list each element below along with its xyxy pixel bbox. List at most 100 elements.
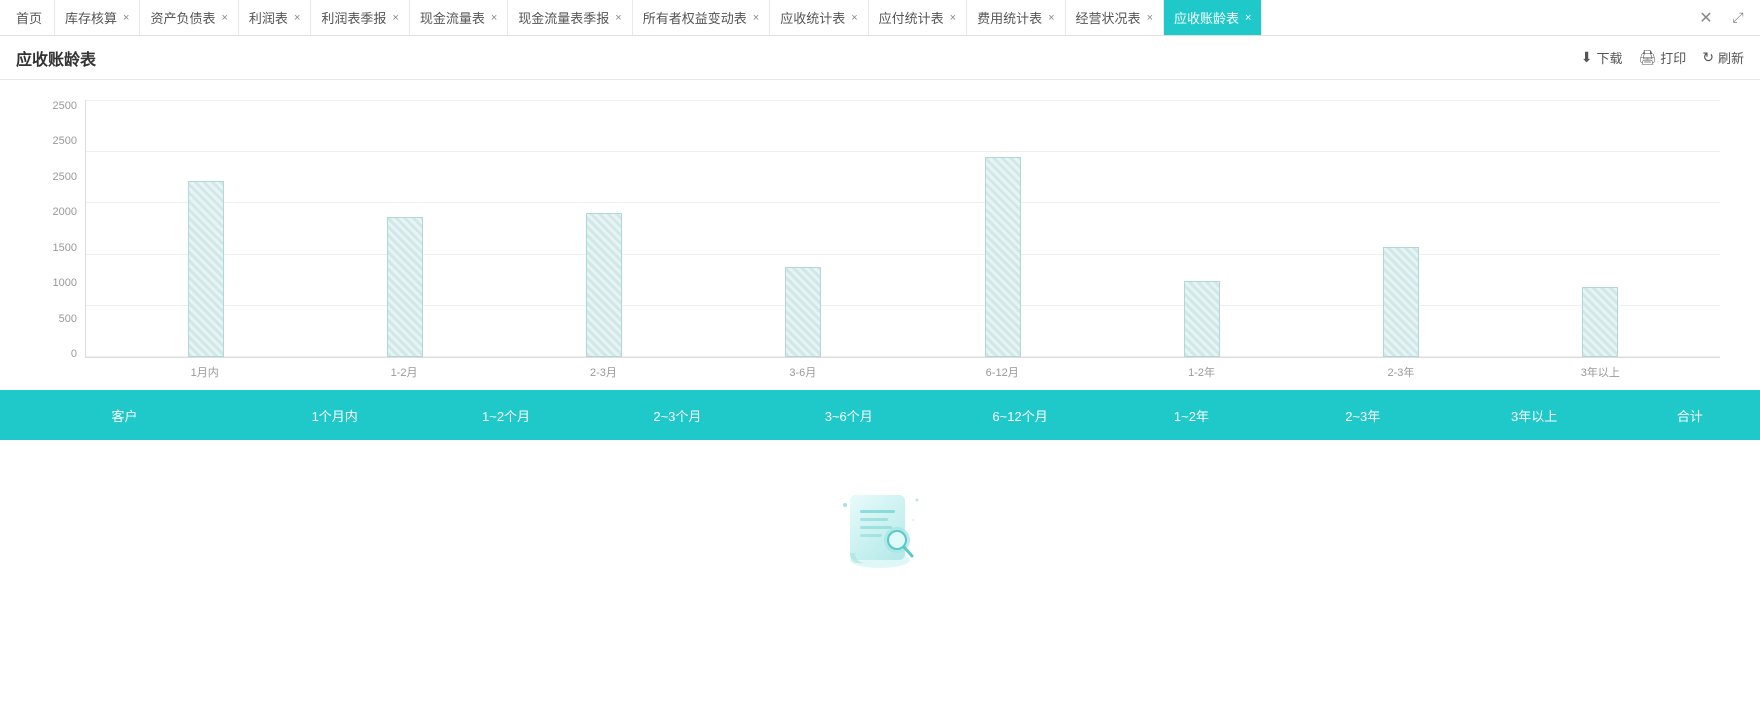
tab-inventory-close[interactable]: × <box>123 12 129 24</box>
x-label-3: 3-6月 <box>703 364 902 380</box>
tab-ar-aging[interactable]: 应收账龄表 × <box>1164 0 1262 36</box>
page-title: 应收账龄表 <box>16 46 96 70</box>
tab-expense-stats-close[interactable]: × <box>1048 12 1054 24</box>
print-icon: 🖨 <box>1638 49 1656 66</box>
download-label: 下载 <box>1596 48 1622 67</box>
table-col-6: 1~2年 <box>1106 406 1277 425</box>
chart-area: 0 500 1000 1500 2000 2500 2500 2500 <box>0 80 1760 390</box>
chart-body: 1月内1-2月2-3月3-6月6-12月1-2年2-3年3年以上 <box>85 100 1720 380</box>
bar-7 <box>1582 287 1618 357</box>
print-label: 打印 <box>1660 48 1686 67</box>
tab-cash-flow-quarterly-close[interactable]: × <box>615 12 621 24</box>
bar-group-4 <box>985 157 1021 357</box>
table-col-7: 2~3年 <box>1277 406 1448 425</box>
table-col-8: 3年以上 <box>1448 406 1619 425</box>
bar-group-7 <box>1582 287 1618 357</box>
bar-5 <box>1184 281 1220 357</box>
table-col-2: 1~2个月 <box>420 406 591 425</box>
x-label-6: 2-3年 <box>1301 364 1500 380</box>
tab-profit-quarterly-close[interactable]: × <box>392 12 398 24</box>
empty-document-icon <box>825 485 935 575</box>
tab-equity-changes[interactable]: 所有者权益变动表 × <box>633 0 770 36</box>
tab-cash-flow-quarterly-label: 现金流量表季报 <box>518 8 609 27</box>
window-actions: ✕ ⤢ <box>1692 4 1756 32</box>
tab-balance-sheet[interactable]: 资产负债表 × <box>140 0 238 36</box>
tab-balance-sheet-close[interactable]: × <box>221 12 227 24</box>
table-col-0: 客户 <box>0 406 249 425</box>
x-label-0: 1月内 <box>105 364 304 380</box>
y-label-500: 500 <box>40 313 77 325</box>
tab-profit-quarterly-label: 利润表季报 <box>321 8 386 27</box>
table-col-3: 2~3个月 <box>592 406 763 425</box>
bar-group-3 <box>785 267 821 357</box>
tab-profit-quarterly[interactable]: 利润表季报 × <box>311 0 409 36</box>
bar-group-1 <box>387 217 423 357</box>
minimize-button[interactable]: ✕ <box>1692 4 1720 32</box>
main-content: 0 500 1000 1500 2000 2500 2500 2500 <box>0 80 1760 720</box>
refresh-label: 刷新 <box>1718 48 1744 67</box>
table-col-4: 3~6个月 <box>763 406 934 425</box>
bar-group-6 <box>1383 247 1419 357</box>
tab-ar-stats-close[interactable]: × <box>851 12 857 24</box>
tab-cash-flow[interactable]: 现金流量表 × <box>410 0 508 36</box>
tab-ar-aging-label: 应收账龄表 <box>1174 8 1239 27</box>
bars-row <box>86 100 1720 357</box>
bar-group-0 <box>188 181 224 357</box>
table-col-5: 6~12个月 <box>934 406 1105 425</box>
chart-y-axis: 0 500 1000 1500 2000 2500 2500 2500 <box>40 100 85 380</box>
tab-cash-flow-close[interactable]: × <box>491 12 497 24</box>
bar-4 <box>985 157 1021 357</box>
tab-profit-loss-label: 利润表 <box>249 8 288 27</box>
y-label-2500b: 2500 <box>40 135 77 147</box>
tab-expense-stats[interactable]: 费用统计表 × <box>967 0 1065 36</box>
print-button[interactable]: 🖨 打印 <box>1638 48 1686 67</box>
tab-ar-aging-close[interactable]: × <box>1245 12 1251 24</box>
table-header: 客户1个月内1~2个月2~3个月3~6个月6~12个月1~2年2~3年3年以上合… <box>0 390 1760 440</box>
tab-profit-loss-close[interactable]: × <box>294 12 300 24</box>
tab-operations-close[interactable]: × <box>1147 12 1153 24</box>
tab-equity-changes-close[interactable]: × <box>753 12 759 24</box>
y-label-2500a: 2500 <box>40 171 77 183</box>
download-icon: ⬇ <box>1581 49 1593 66</box>
tab-profit-loss[interactable]: 利润表 × <box>239 0 311 36</box>
bar-6 <box>1383 247 1419 357</box>
bar-3 <box>785 267 821 357</box>
download-button[interactable]: ⬇ 下载 <box>1581 48 1623 67</box>
y-label-1000: 1000 <box>40 277 77 289</box>
chart-container: 0 500 1000 1500 2000 2500 2500 2500 <box>40 100 1720 380</box>
y-label-2000: 2000 <box>40 206 77 218</box>
tab-ar-stats[interactable]: 应收统计表 × <box>770 0 868 36</box>
y-label-2500c: 2500 <box>40 100 77 112</box>
x-label-1: 1-2月 <box>304 364 503 380</box>
tab-ap-stats-label: 应付统计表 <box>879 8 944 27</box>
tab-ap-stats-close[interactable]: × <box>950 12 956 24</box>
y-label-1500: 1500 <box>40 242 77 254</box>
tab-inventory-label: 库存核算 <box>65 8 117 27</box>
header-actions: ⬇ 下载 🖨 打印 ↻ 刷新 <box>1581 48 1744 67</box>
table-col-9: 合计 <box>1620 406 1760 425</box>
table-col-1: 1个月内 <box>249 406 420 425</box>
tab-inventory[interactable]: 库存核算 × <box>55 0 140 36</box>
refresh-button[interactable]: ↻ 刷新 <box>1702 48 1744 67</box>
maximize-button[interactable]: ⤢ <box>1724 4 1752 32</box>
bar-1 <box>387 217 423 357</box>
y-label-0: 0 <box>40 348 77 360</box>
x-label-4: 6-12月 <box>903 364 1102 380</box>
x-label-5: 1-2年 <box>1102 364 1301 380</box>
tab-home-label: 首页 <box>16 8 42 27</box>
bar-2 <box>586 213 622 357</box>
bar-0 <box>188 181 224 357</box>
tab-operations[interactable]: 经营状况表 × <box>1066 0 1164 36</box>
tab-cash-flow-label: 现金流量表 <box>420 8 485 27</box>
tab-ar-stats-label: 应收统计表 <box>780 8 845 27</box>
tab-cash-flow-quarterly[interactable]: 现金流量表季报 × <box>508 0 632 36</box>
tab-home[interactable]: 首页 <box>4 0 55 36</box>
chart-grid <box>85 100 1720 358</box>
bar-group-5 <box>1184 281 1220 357</box>
chart-x-axis: 1月内1-2月2-3月3-6月6-12月1-2年2-3年3年以上 <box>85 358 1720 380</box>
tab-expense-stats-label: 费用统计表 <box>977 8 1042 27</box>
refresh-icon: ↻ <box>1702 49 1714 66</box>
x-label-2: 2-3月 <box>504 364 703 380</box>
bar-group-2 <box>586 213 622 357</box>
tab-ap-stats[interactable]: 应付统计表 × <box>869 0 967 36</box>
